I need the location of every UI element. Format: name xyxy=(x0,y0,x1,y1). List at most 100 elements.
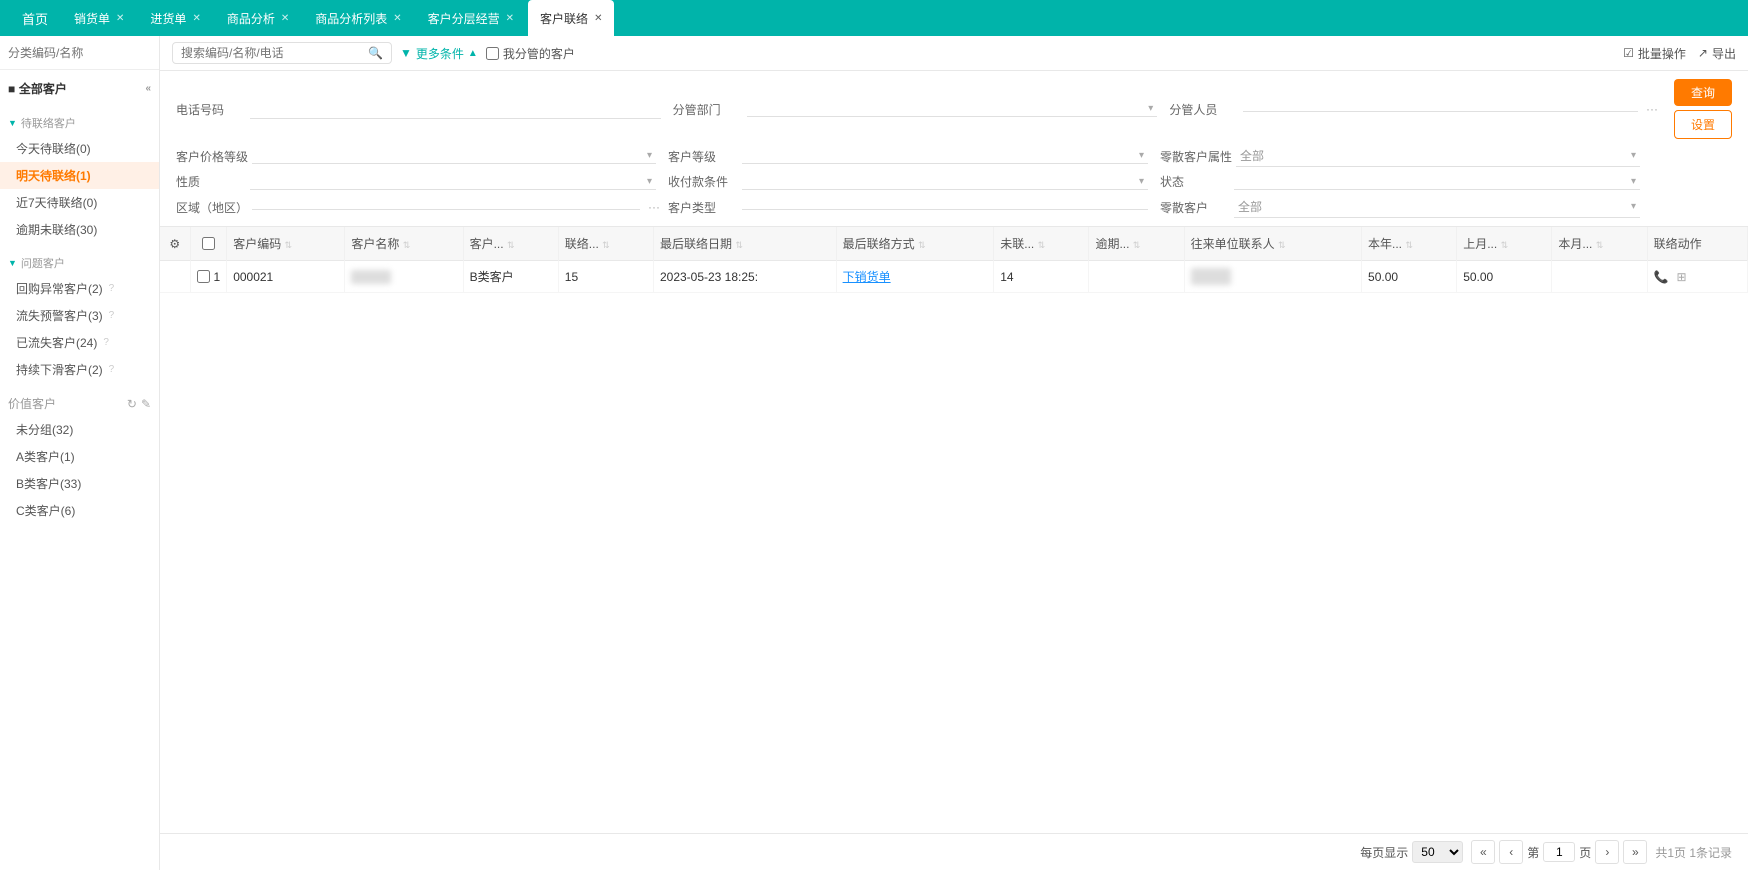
td-company-contact: 联系人 xyxy=(1184,261,1361,293)
filter-cust-level-select[interactable]: ▾ xyxy=(742,148,1148,164)
sidebar-group-title-problem[interactable]: 问题客户 xyxy=(0,251,159,275)
sidebar-group-pending: 待联络客户 今天待联络(0) 明天待联络(1) 近7天待联络(0) 逾期未联络(… xyxy=(0,107,159,247)
td-checkbox[interactable]: 1 xyxy=(190,261,227,293)
prev-page-btn[interactable]: ‹ xyxy=(1499,840,1523,864)
my-customers-label[interactable]: 我分管的客户 xyxy=(486,45,575,62)
td-last-contact-method[interactable]: 下销货单 xyxy=(836,261,994,293)
sidebar-group-title-value[interactable]: 价值客户 ↻ ✎ xyxy=(0,391,159,416)
sort-icon[interactable]: ⇅ xyxy=(1501,240,1509,250)
filter-field-cust-type: 客户类型 xyxy=(668,199,1152,216)
value-group-icons[interactable]: ↻ ✎ xyxy=(127,397,151,411)
table-row: 1 000021 Ea B类客户 15 2023-05-23 18:25: 下销… xyxy=(160,261,1748,293)
filter-price-select[interactable]: ▾ xyxy=(252,148,656,164)
help-icon[interactable]: ? xyxy=(109,283,115,294)
action-icons: 📞 ⊞ xyxy=(1654,270,1741,284)
sidebar-item-declining[interactable]: 持续下滑客户(2) ? xyxy=(0,356,159,383)
sidebar-item-overdue[interactable]: 逾期未联络(30) xyxy=(0,216,159,243)
sidebar-item-tomorrow[interactable]: 明天待联络(1) xyxy=(0,162,159,189)
close-icon[interactable]: ✕ xyxy=(393,13,401,24)
per-page-select[interactable]: 50 20 100 200 xyxy=(1412,841,1463,863)
refresh-icon[interactable]: ↻ xyxy=(127,397,137,411)
sidebar-item-churned[interactable]: 已流失客户(24) ? xyxy=(0,329,159,356)
grid-icon[interactable]: ⊞ xyxy=(1677,270,1687,284)
sort-icon[interactable]: ⇅ xyxy=(1278,240,1286,250)
filter-phone-input[interactable] xyxy=(250,100,661,119)
sidebar-item-class-a[interactable]: A类客户(1) xyxy=(0,443,159,470)
nav-home[interactable]: 首页 xyxy=(10,0,60,36)
th-checkbox[interactable] xyxy=(190,227,227,261)
collapse-icon[interactable]: « xyxy=(145,83,151,94)
filter-cust-type-select[interactable] xyxy=(742,205,1148,210)
contact-method-link[interactable]: 下销货单 xyxy=(843,270,891,284)
sidebar-item-today[interactable]: 今天待联络(0) xyxy=(0,135,159,162)
export-btn[interactable]: ↗ 导出 xyxy=(1698,45,1736,62)
sidebar-item-churn-warning[interactable]: 流失预警客户(3) ? xyxy=(0,302,159,329)
filter-dept-select[interactable]: ▾ xyxy=(747,101,1158,117)
close-icon[interactable]: ✕ xyxy=(116,13,124,24)
sidebar-item-repurchase[interactable]: 回购异常客户(2) ? xyxy=(0,275,159,302)
td-action[interactable]: 📞 ⊞ xyxy=(1647,261,1747,293)
nav-tab-analysis[interactable]: 商品分析 ✕ xyxy=(215,0,301,36)
search-input[interactable] xyxy=(181,46,368,60)
nav-tab-analysis-list[interactable]: 商品分析列表 ✕ xyxy=(303,0,413,36)
filter-retail-cust-select[interactable]: 全部▾ xyxy=(1234,196,1640,218)
edit-icon[interactable]: ✎ xyxy=(141,397,151,411)
th-settings[interactable]: ⚙ xyxy=(160,227,190,261)
sort-icon[interactable]: ⇅ xyxy=(918,240,926,250)
close-icon[interactable]: ✕ xyxy=(594,13,602,24)
filter-manager-select[interactable] xyxy=(1243,107,1638,112)
last-page-btn[interactable]: » xyxy=(1623,840,1647,864)
filter-region-dots[interactable]: ··· xyxy=(648,200,660,214)
filter-manager-dots[interactable]: ··· xyxy=(1646,102,1658,116)
set-button[interactable]: 设置 xyxy=(1674,110,1732,139)
query-button[interactable]: 查询 xyxy=(1674,79,1732,106)
help-icon[interactable]: ? xyxy=(109,310,115,321)
sort-icon[interactable]: ⇅ xyxy=(735,240,743,250)
sort-icon[interactable]: ⇅ xyxy=(602,240,610,250)
sidebar-search-wrap: 🔍 xyxy=(0,36,159,70)
footer: 每页显示 50 20 100 200 « ‹ 第 页 › » 共1页 xyxy=(160,833,1748,870)
sidebar-item-class-b[interactable]: B类客户(33) xyxy=(0,470,159,497)
sort-icon[interactable]: ⇅ xyxy=(285,240,293,250)
sidebar-item-7days[interactable]: 近7天待联络(0) xyxy=(0,189,159,216)
sort-icon[interactable]: ⇅ xyxy=(1133,240,1141,250)
filter-payment-select[interactable]: ▾ xyxy=(742,174,1148,190)
nav-tab-purchase[interactable]: 进货单 ✕ xyxy=(138,0,212,36)
batch-ops-btn[interactable]: ☑ 批量操作 xyxy=(1623,45,1686,62)
filter-status-select[interactable]: ▾ xyxy=(1234,174,1640,190)
filter-retail-attr-label: 零散客户属性 xyxy=(1160,148,1232,165)
sidebar-search-input[interactable] xyxy=(8,46,160,60)
sidebar-item-ungrouped[interactable]: 未分组(32) xyxy=(0,416,159,443)
filter-region-select[interactable] xyxy=(252,205,640,210)
sort-icon[interactable]: ⇅ xyxy=(1596,240,1604,250)
filter-row-1: 电话号码 分管部门 ▾ 分管人员 ··· 查询 xyxy=(176,79,1732,139)
page-input[interactable] xyxy=(1543,842,1575,862)
row-checkbox[interactable] xyxy=(197,270,210,283)
filter-more-btn[interactable]: ▼ 更多条件 ▲ xyxy=(400,45,478,62)
select-all-checkbox[interactable] xyxy=(202,237,215,250)
close-icon[interactable]: ✕ xyxy=(281,13,289,24)
nav-tab-sales[interactable]: 销货单 ✕ xyxy=(62,0,136,36)
next-page-btn[interactable]: › xyxy=(1595,840,1619,864)
filter-retail-attr-select[interactable]: 全部▾ xyxy=(1236,145,1640,167)
sort-icon[interactable]: ⇅ xyxy=(507,240,515,250)
first-page-btn[interactable]: « xyxy=(1471,840,1495,864)
phone-icon[interactable]: 📞 xyxy=(1654,270,1669,284)
nav-tab-customer-contact[interactable]: 客户联络 ✕ xyxy=(528,0,614,36)
sort-icon[interactable]: ⇅ xyxy=(1038,240,1046,250)
sidebar-group-title-pending[interactable]: 待联络客户 xyxy=(0,111,159,135)
my-customers-checkbox[interactable] xyxy=(486,47,499,60)
filter-region-label: 区域（地区） xyxy=(176,199,248,216)
close-icon[interactable]: ✕ xyxy=(506,13,514,24)
help-icon[interactable]: ? xyxy=(109,364,115,375)
sidebar-all-customers[interactable]: ■ 全部客户 « xyxy=(0,74,159,103)
help-icon[interactable]: ? xyxy=(103,337,109,348)
filter-nature-select[interactable]: ▾ xyxy=(250,174,656,190)
nav-tab-customer-tier[interactable]: 客户分层经营 ✕ xyxy=(416,0,526,36)
close-icon[interactable]: ✕ xyxy=(192,13,200,24)
sort-icon[interactable]: ⇅ xyxy=(1405,240,1413,250)
sort-icon[interactable]: ⇅ xyxy=(403,240,411,250)
search-submit-icon[interactable]: 🔍 xyxy=(368,46,383,60)
td-this-month xyxy=(1552,261,1647,293)
sidebar-item-class-c[interactable]: C类客户(6) xyxy=(0,497,159,524)
